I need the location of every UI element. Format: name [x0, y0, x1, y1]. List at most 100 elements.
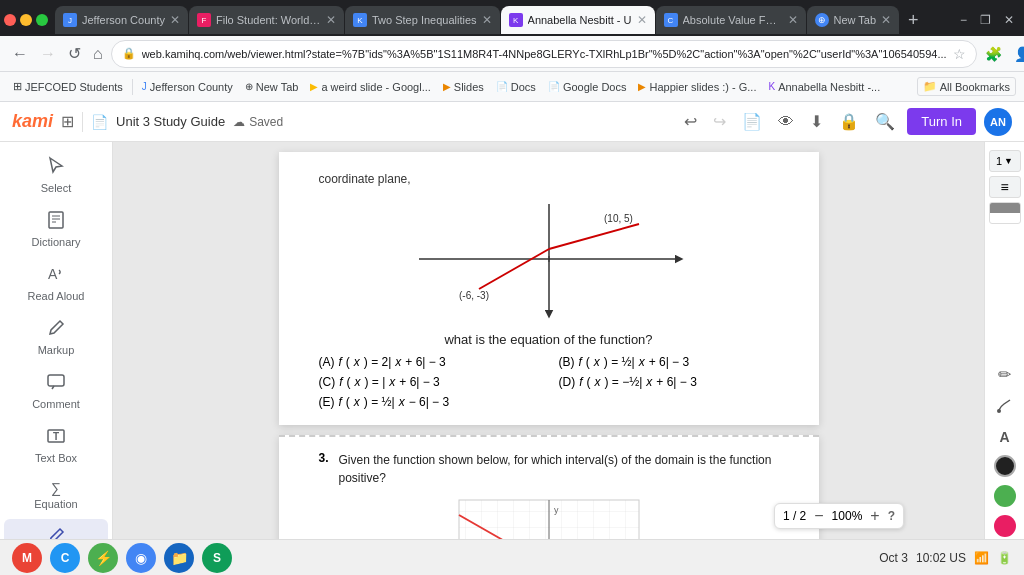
turn-in-button[interactable]: Turn In [907, 108, 976, 135]
svg-line-16 [479, 249, 549, 289]
svg-point-27 [997, 409, 1001, 413]
saved-label: Saved [249, 115, 283, 129]
address-text: web.kamihq.com/web/viewer.html?state=%7B… [142, 48, 947, 60]
tab-close-icon[interactable]: ✕ [881, 13, 891, 27]
taskbar-icon-meet[interactable]: M [12, 543, 42, 573]
share-button[interactable]: 🔒 [835, 108, 863, 135]
bookmark-separator [132, 79, 133, 95]
redo-button[interactable]: ↪ [709, 108, 730, 135]
restore-button[interactable]: ❐ [974, 13, 997, 27]
address-bar[interactable]: 🔒 web.kamihq.com/web/viewer.html?state=%… [111, 40, 977, 68]
svg-text:A: A [48, 266, 58, 282]
answer-b: (B) f(x) = ½|x + 6| − 3 [559, 355, 779, 369]
tab-close-icon[interactable]: ✕ [170, 13, 180, 27]
answer-e: (E) f(x) = ½|x − 6| − 3 [319, 395, 539, 409]
bookmark-apps[interactable]: ⊞JEFCOED Students [8, 78, 128, 95]
zoom-level: 100% [832, 509, 863, 523]
color-swatch-pink[interactable] [994, 515, 1016, 537]
sidebar-item-markup[interactable]: Markup [4, 311, 108, 363]
sidebar-item-select[interactable]: Select [4, 149, 108, 201]
taskbar-icon-chrome[interactable]: ◉ [126, 543, 156, 573]
tab-new-tab[interactable]: ⊕ New Tab ✕ [807, 6, 900, 34]
kami-logo: kami [12, 111, 53, 132]
tab-inequalities[interactable]: K Two Step Inequalities ✕ [345, 6, 500, 34]
close-window-button[interactable]: ✕ [998, 13, 1020, 27]
sidebar-label: Comment [32, 398, 80, 410]
reload-button[interactable]: ↺ [64, 40, 85, 68]
tab-jefferson-county[interactable]: J Jefferson County ✕ [55, 6, 188, 34]
saved-indicator: ☁ Saved [233, 115, 283, 129]
bookmark-all[interactable]: 📁All Bookmarks [917, 77, 1016, 96]
kami-grid-icon[interactable]: ⊞ [61, 112, 74, 131]
back-button[interactable]: ← [8, 40, 32, 68]
left-sidebar: Select Dictionary A Read Aloud Markup Co… [0, 142, 113, 575]
forward-button[interactable]: → [36, 40, 60, 68]
tab-annabella-active[interactable]: K Annabella Nesbitt - U ✕ [501, 6, 655, 34]
zoom-in-button[interactable]: + [868, 507, 881, 525]
home-button[interactable]: ⌂ [89, 40, 107, 68]
bookmark-jefferson[interactable]: JJefferson County [137, 79, 238, 95]
minimize-button[interactable]: − [954, 13, 973, 27]
bookmark-happier[interactable]: ▶Happier slides :) - G... [633, 79, 761, 95]
sidebar-label: Select [41, 182, 72, 194]
sidebar-item-read-aloud[interactable]: A Read Aloud [4, 257, 108, 309]
taskbar: M C ⚡ ◉ 📁 S Oct 3 10:02 US 📶 🔋 [0, 539, 1024, 575]
star-icon[interactable]: ☆ [953, 46, 966, 62]
undo-button[interactable]: ↩ [680, 108, 701, 135]
tab-close-icon[interactable]: ✕ [788, 13, 798, 27]
function-graph: (-6, -3) (10, 5) [399, 194, 699, 324]
taskbar-time: 10:02 US [916, 551, 966, 565]
avatar[interactable]: AN [984, 108, 1012, 136]
doc-page-1: coordinate plane, [279, 152, 819, 425]
number-selector[interactable]: 1 ▼ [989, 150, 1021, 172]
color-swatch-dark[interactable] [994, 455, 1016, 477]
zoom-out-button[interactable]: − [812, 507, 825, 525]
tab-close-icon[interactable]: ✕ [326, 13, 336, 27]
svg-text:y: y [554, 505, 559, 515]
view-button[interactable]: 👁 [774, 109, 798, 135]
sidebar-item-text-box[interactable]: T Text Box [4, 419, 108, 471]
drawing-pencil-icon[interactable]: ✏ [994, 361, 1015, 388]
wifi-icon: 📶 [974, 551, 989, 565]
sidebar-item-equation[interactable]: ∑ Equation [4, 473, 108, 517]
lines-selector[interactable]: ≡ [989, 176, 1021, 198]
color-preview [989, 202, 1021, 224]
extensions-button[interactable]: 🧩 [981, 40, 1006, 68]
kami-header: kami ⊞ 📄 Unit 3 Study Guide ☁ Saved ↩ ↪ … [0, 102, 1024, 142]
bookmark-weird-slide[interactable]: ▶a weird slide - Googl... [305, 79, 435, 95]
lock-icon: 🔒 [122, 47, 136, 60]
tab-close-icon[interactable]: ✕ [482, 13, 492, 27]
tab-close-icon[interactable]: ✕ [637, 13, 647, 27]
battery-icon: 🔋 [997, 551, 1012, 565]
bookmark-newtab[interactable]: ⊕New Tab [240, 79, 304, 95]
comment-icon [46, 372, 66, 396]
text-tool-icon[interactable]: A [995, 425, 1013, 449]
new-tab-button[interactable]: + [900, 10, 927, 31]
sidebar-item-dictionary[interactable]: Dictionary [4, 203, 108, 255]
search-button[interactable]: 🔍 [871, 108, 899, 135]
bookmark-annabella[interactable]: KAnnabella Nesbitt -... [763, 79, 885, 95]
taskbar-icon-classroom[interactable]: C [50, 543, 80, 573]
bookmark-slides[interactable]: ▶Slides [438, 79, 489, 95]
document-area: coordinate plane, [113, 142, 984, 575]
taskbar-icon-files[interactable]: 📁 [164, 543, 194, 573]
taskbar-icon-account[interactable]: S [202, 543, 232, 573]
sidebar-label: Markup [38, 344, 75, 356]
taskbar-icon-extensions[interactable]: ⚡ [88, 543, 118, 573]
doc-title-icon: 📄 [91, 114, 108, 130]
question-2-text: what is the equation of the function? [319, 332, 779, 347]
doc-icon-button[interactable]: 📄 [738, 108, 766, 135]
brush-icon[interactable] [992, 392, 1018, 421]
help-button[interactable]: ? [888, 509, 895, 523]
bookmark-docs[interactable]: 📄Docs [491, 79, 541, 95]
tab-filo[interactable]: F Filo Student: World's C ✕ [189, 6, 344, 34]
tab-label: Absolute Value Funct [683, 14, 783, 26]
profile-button[interactable]: 👤 [1010, 40, 1024, 68]
download-button[interactable]: ⬇ [806, 108, 827, 135]
sidebar-item-comment[interactable]: Comment [4, 365, 108, 417]
select-icon [46, 156, 66, 180]
tab-absolute-value[interactable]: C Absolute Value Funct ✕ [656, 6, 806, 34]
bookmark-google-docs[interactable]: 📄Google Docs [543, 79, 632, 95]
color-swatch-green[interactable] [994, 485, 1016, 507]
text-box-icon: T [46, 426, 66, 450]
